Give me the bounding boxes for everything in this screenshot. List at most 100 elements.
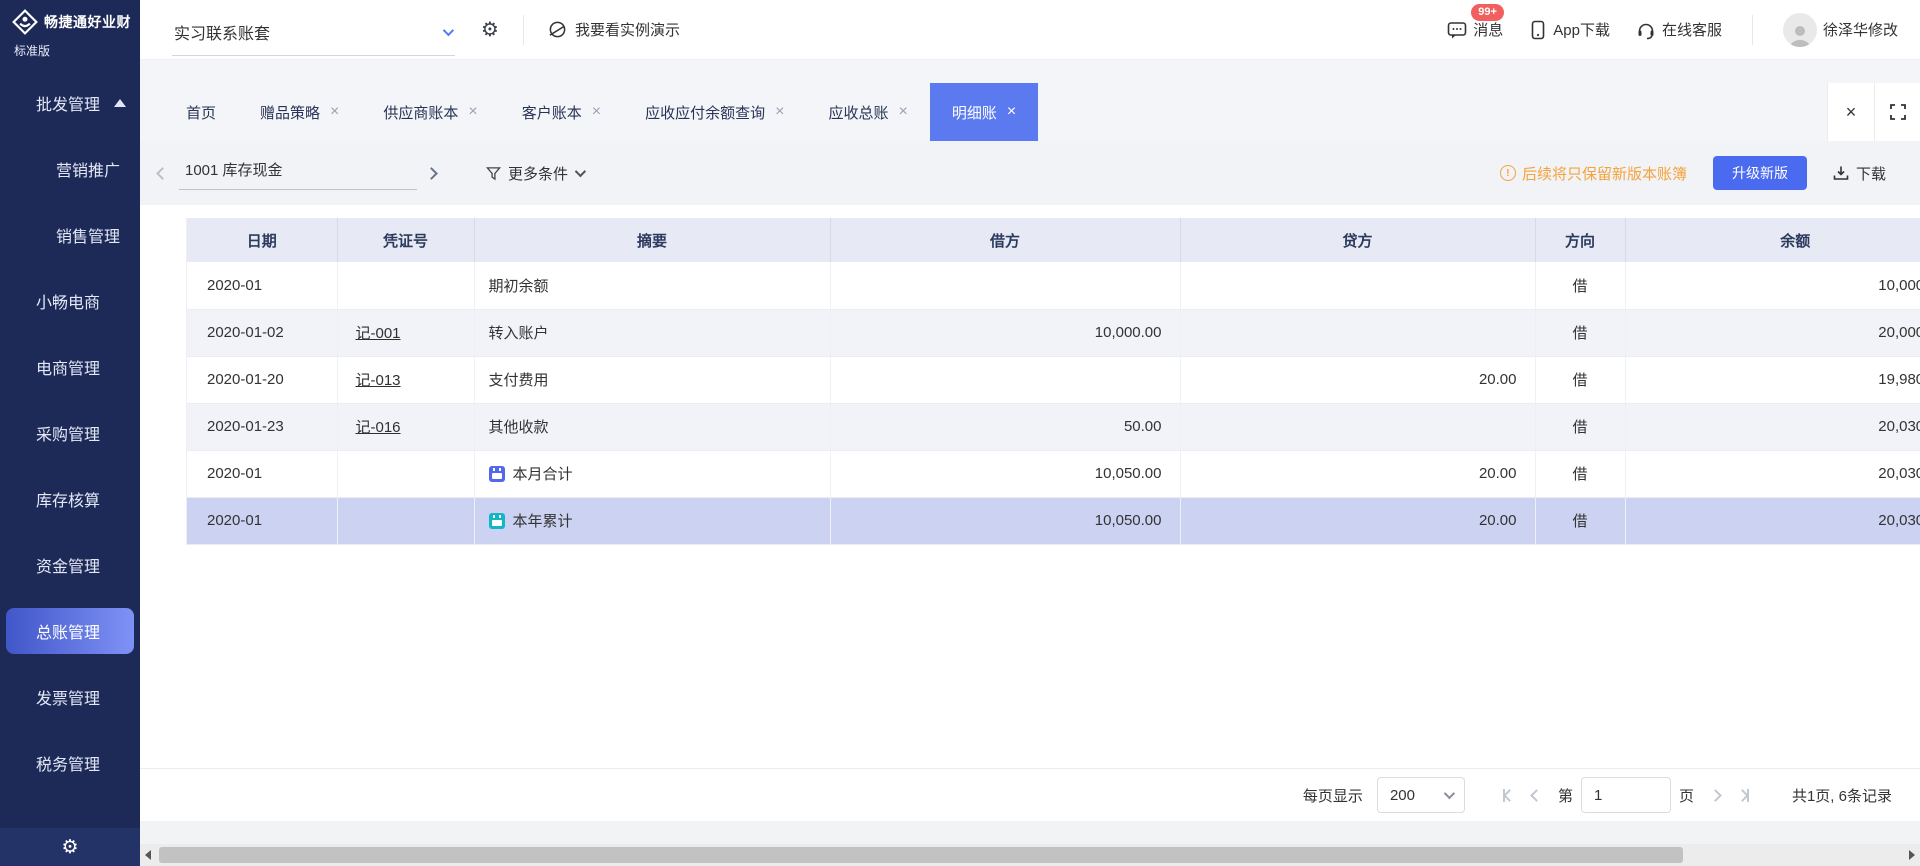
tab-ar-ap-balance-query[interactable]: 应收应付余额查询	[623, 83, 806, 141]
first-page-button[interactable]	[1502, 788, 1516, 802]
filter-funnel-icon	[486, 166, 501, 181]
table-row[interactable]: 2020-01-23 记-016 其他收款 50.00 借 20,030.00	[187, 403, 1920, 451]
table-header-row: 日期 凭证号 摘要 借方 贷方 方向 余额	[187, 218, 1920, 262]
sidebar-item-tax[interactable]: 税务管理	[0, 730, 140, 796]
gear-icon[interactable]: ⚙	[481, 20, 499, 40]
voucher-link[interactable]: 记-016	[356, 419, 401, 436]
tab-home[interactable]: 首页	[164, 83, 238, 141]
demo-icon	[548, 20, 567, 39]
col-header-direction: 方向	[1535, 218, 1626, 262]
sidebar-footer: ⚙	[0, 828, 140, 866]
chevron-down-icon	[442, 24, 455, 36]
account-set-name: 实习联系账套	[174, 25, 271, 43]
page-size-label: 每页显示	[1302, 787, 1363, 805]
sidebar: 畅捷通好业财 标准版 批发管理 营销推广 销售管理 小畅电商 电商管理 采购管理…	[0, 0, 140, 866]
pagination-bar: 每页显示 200 第 页 共1页, 6条记录	[140, 768, 1920, 821]
col-header-balance: 余额	[1625, 218, 1920, 262]
sidebar-item-marketing[interactable]: 营销推广	[0, 136, 140, 202]
sidebar-item-inventory[interactable]: 库存核算	[0, 466, 140, 532]
sidebar-item-general-ledger[interactable]: 总账管理	[6, 608, 134, 654]
page-prefix-label: 第	[1557, 787, 1573, 805]
version-notice: ! 后续将只保留新版本账簿	[1499, 163, 1687, 184]
online-support-button[interactable]: 在线客服	[1636, 19, 1722, 40]
headset-icon	[1636, 20, 1656, 40]
table-row[interactable]: 2020-01-20 记-013 支付费用 20.00 借 19,980.00	[187, 356, 1920, 404]
account-set-select[interactable]: 实习联系账套	[172, 14, 455, 56]
table-row-month-total[interactable]: 2020-01 本月合计 10,050.00 20.00 借 20,030.00	[187, 450, 1920, 498]
sidebar-item-invoice[interactable]: 发票管理	[0, 664, 140, 730]
record-count-summary: 共1页, 6条记录	[1791, 787, 1892, 805]
next-account-chevron-icon[interactable]	[425, 166, 438, 180]
message-bubble-icon	[1447, 20, 1467, 40]
info-icon: !	[1499, 165, 1516, 181]
sidebar-menu: 批发管理 营销推广 销售管理 小畅电商 电商管理 采购管理 库存核算 资金管理 …	[0, 70, 140, 796]
collapse-arrow-icon	[114, 99, 127, 107]
col-header-date: 日期	[187, 218, 338, 262]
prev-account-chevron-icon[interactable]	[156, 166, 169, 180]
scrollbar-thumb[interactable]	[159, 847, 1683, 863]
download-button[interactable]: 下载	[1833, 163, 1886, 184]
sidebar-item-funds[interactable]: 资金管理	[0, 532, 140, 598]
close-all-tabs-icon[interactable]: ×	[1828, 83, 1874, 141]
avatar	[1782, 12, 1817, 47]
tab-supplier-ledger[interactable]: 供应商账本	[361, 83, 499, 141]
col-header-summary: 摘要	[474, 218, 831, 262]
download-icon	[1833, 165, 1849, 181]
demo-link[interactable]: 我要看实例演示	[548, 19, 680, 40]
month-total-icon	[488, 466, 505, 482]
ledger-account-select[interactable]: 1001 库存现金	[179, 157, 417, 190]
app-download-button[interactable]: App下载	[1529, 19, 1610, 40]
table-row[interactable]: 2020-01 期初余额 借 10,000.00	[187, 262, 1920, 310]
brand-logo-block: 畅捷通好业财 标准版	[0, 0, 140, 59]
settings-gear-icon[interactable]: ⚙	[61, 838, 78, 857]
phone-icon	[1529, 20, 1547, 40]
sidebar-item-wholesale[interactable]: 批发管理	[0, 70, 140, 136]
col-header-debit: 借方	[830, 218, 1181, 262]
tab-controls: ×	[1827, 83, 1920, 141]
user-name: 徐泽华修改	[1822, 22, 1898, 39]
tab-customer-ledger[interactable]: 客户账本	[500, 83, 623, 141]
sidebar-item-sales[interactable]: 销售管理	[0, 202, 140, 268]
upgrade-button[interactable]: 升级新版	[1712, 156, 1807, 190]
last-page-button[interactable]	[1736, 788, 1749, 802]
brand-edition: 标准版	[14, 44, 51, 58]
messages-button[interactable]: 消息 99+	[1447, 4, 1504, 40]
scroll-right-arrow-icon[interactable]	[1909, 850, 1915, 860]
toolbar: 1001 库存现金 更多条件 ! 后续将只保留新版本账簿 升级新版 下载	[140, 141, 1920, 205]
tab-ar-general-ledger[interactable]: 应收总账	[806, 83, 929, 141]
year-total-icon	[488, 513, 505, 529]
brand-logo-icon	[12, 9, 38, 35]
page-size-select[interactable]: 200	[1376, 777, 1465, 813]
tab-detail-ledger[interactable]: 明细账	[929, 83, 1039, 141]
tab-gift-policy[interactable]: 赠品策略	[238, 83, 361, 141]
chevron-down-icon	[574, 165, 587, 178]
user-menu[interactable]: 徐泽华修改	[1782, 12, 1898, 47]
divider	[1751, 14, 1753, 45]
tab-strip: 首页 赠品策略 供应商账本 客户账本 应收应付余额查询 应收总账 明细账 ×	[140, 60, 1920, 141]
topbar: 实习联系账套 ⚙ 我要看实例演示 消息 99+ App下载 在线客服 徐泽华修改	[140, 0, 1920, 60]
col-header-voucher: 凭证号	[337, 218, 475, 262]
scroll-left-arrow-icon[interactable]	[145, 850, 151, 860]
table-row[interactable]: 2020-01-02 记-001 转入账户 10,000.00 借 20,000…	[187, 309, 1920, 357]
page-suffix-label: 页	[1678, 787, 1694, 805]
fullscreen-icon[interactable]	[1874, 83, 1920, 141]
ledger-table: 日期 凭证号 摘要 借方 贷方 方向 余额 2020-01 期初余额 借 10,…	[186, 218, 1920, 545]
prev-page-button[interactable]	[1530, 788, 1543, 802]
sidebar-item-purchase[interactable]: 采购管理	[0, 400, 140, 466]
bottom-strip	[140, 821, 1920, 866]
chevron-down-icon	[1443, 787, 1456, 800]
table-row-year-total[interactable]: 2020-01 本年累计 10,050.00 20.00 借 20,030.00	[187, 497, 1920, 545]
page-number-input[interactable]	[1580, 777, 1671, 813]
messages-badge: 99+	[1471, 4, 1504, 22]
horizontal-scrollbar[interactable]	[140, 844, 1920, 866]
brand-name: 畅捷通好业财	[44, 14, 131, 30]
col-header-credit: 贷方	[1180, 218, 1536, 262]
sidebar-item-ecommerce[interactable]: 电商管理	[0, 334, 140, 400]
divider	[522, 14, 524, 45]
voucher-link[interactable]: 记-001	[356, 325, 401, 342]
next-page-button[interactable]	[1709, 788, 1722, 802]
more-filters-button[interactable]: 更多条件	[486, 163, 587, 184]
sidebar-item-xiaochang-ecommerce[interactable]: 小畅电商	[0, 268, 140, 334]
topbar-right: 消息 99+ App下载 在线客服 徐泽华修改	[1447, 4, 1898, 47]
voucher-link[interactable]: 记-013	[356, 372, 401, 389]
